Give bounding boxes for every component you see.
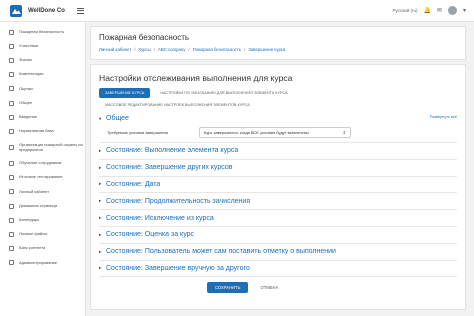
folder-icon [9,100,14,106]
sidebar-item-competencies[interactable]: Компетенции [0,70,85,80]
breadcrumb-current[interactable]: Завершение курса [248,47,285,52]
collapsed-sections: ▸ Состояние: Выполнение элемента курса ▸ С… [99,143,457,278]
chevron-right-icon: ▸ [99,248,102,254]
chevron-right-icon: ▸ [99,215,102,221]
completion-requirements-row: Требуемые условия завершения Курс заверш… [99,127,457,138]
tab-default-activity-completion[interactable]: НАСТРОЙКИ ПО УМОЛЧАНИЮ ДЛЯ ВЫПОЛНЕНИЯ ЭЛ… [154,88,293,98]
sidebar-item-course[interactable]: Пожарная безопасность [0,27,85,37]
users-icon [9,43,14,49]
sidebar-item-regulations[interactable]: Нормативная база [0,126,85,136]
tab-bar: ЗАВЕРШЕНИЕ КУРСА НАСТРОЙКИ ПО УМОЛЧАНИЮ … [99,88,329,110]
badge-icon [9,57,14,63]
completion-requirements-select[interactable]: Курс завершается, когда ВСЕ условия буду… [199,127,351,138]
calendar-icon [9,217,14,223]
cap-icon [9,29,14,35]
sidebar-item-general[interactable]: Общее [0,98,85,108]
file-icon [9,232,14,238]
section-title: Состояние: Дата [106,180,161,188]
breadcrumb-category[interactable]: ABC company [158,47,185,52]
mountain-icon [11,8,21,14]
chevron-right-icon: ▸ [99,147,102,153]
section-course-grade[interactable]: ▸ Состояние: Оценка за курс [99,227,457,244]
content-title: Настройки отслеживания выполнения для ку… [99,73,293,83]
sidebar-item-fire-service[interactable]: Организация пожарной охраны на предприят… [0,141,85,155]
sidebar-item-training[interactable]: Обучение сотрудников [0,159,85,169]
expand-all-link[interactable]: Развернуть всё [430,115,457,119]
hamburger-menu-icon[interactable] [76,7,84,14]
chevron-right-icon: ▸ [99,181,102,187]
tab-course-completion[interactable]: ЗАВЕРШЕНИЕ КУРСА [99,88,151,98]
section-title: Состояние: Завершение других курсов [106,164,233,172]
section-title: Состояние: Исключение из курса [106,214,214,222]
completion-requirements-label: Требуемые условия завершения [107,130,168,135]
select-arrows-icon: ⇕ [342,130,346,135]
section-general: ▾ Общее Требуемые условия завершения Кур… [99,115,457,143]
completion-settings-card: Настройки отслеживания выполнения для ку… [90,64,466,310]
cancel-button[interactable]: ОТМЕНА [254,282,284,293]
check-icon [9,72,14,78]
chat-icon[interactable]: ✉ [437,7,442,14]
section-title: Состояние: Оценка за курс [106,231,195,239]
sidebar: Пожарная безопасность Участники Значки К… [0,22,86,316]
section-other-courses[interactable]: ▸ Состояние: Завершение других курсов [99,160,457,177]
section-unenrolment[interactable]: ▸ Состояние: Исключение из курса [99,210,457,227]
sidebar-item-intro[interactable]: Введение [0,112,85,122]
section-enrolment-duration[interactable]: ▸ Состояние: Продолжительность зачисления [99,193,457,211]
form-actions: СОХРАНИТЬ ОТМЕНА [207,282,457,294]
main-region: Пожарная безопасность Личный кабинет / Ку… [90,26,474,316]
folder-icon [9,161,14,167]
avatar[interactable] [447,6,457,15]
section-title: Состояние: Пользователь может сам постав… [106,248,336,256]
section-date[interactable]: ▸ Состояние: Дата [99,177,457,194]
save-button[interactable]: СОХРАНИТЬ [207,282,249,294]
tab-bulk-edit-completion[interactable]: МАССОВОЕ РЕДАКТИРОВАНИЕ НАСТРОЕК ВЫПОЛНЕ… [99,100,256,110]
breadcrumb-course[interactable]: Пожарная безопасность [193,47,241,52]
folder-icon [9,114,14,120]
folder-icon [9,175,14,181]
breadcrumb: Личный кабинет / Курсы / ABC company / Пожа… [99,47,286,52]
sidebar-item-content-bank[interactable]: Банк контента [0,244,85,254]
section-title: Состояние: Выполнение элемента курса [106,147,239,155]
bell-icon[interactable]: 🔔 [423,7,430,14]
home-icon [9,203,14,209]
section-self-completion[interactable]: ▸ Состояние: Пользователь может сам поста… [99,244,457,261]
section-activity-completion[interactable]: ▸ Состояние: Выполнение элемента курса [99,143,457,160]
top-navbar: WellDone Co Русский (ru) 🔔 ✉ ▾ [0,0,474,22]
section-title: Состояние: Завершение вручную за другого [106,264,250,272]
sidebar-item-administration[interactable]: Администрирование [0,258,85,268]
sidebar-item-participants[interactable]: Участники [0,41,85,51]
brand-name[interactable]: WellDone Co [28,8,65,14]
page-header: Пожарная безопасность Личный кабинет / Ку… [90,26,466,60]
chevron-right-icon: ▸ [99,265,102,271]
grades-icon [9,86,14,92]
chevron-right-icon: ▸ [99,198,102,204]
completion-requirements-value: Курс завершается, когда ВСЕ условия буду… [204,130,309,135]
sidebar-item-badges[interactable]: Значки [0,55,85,65]
chevron-right-icon: ▸ [99,164,102,170]
gear-icon [9,260,14,266]
sidebar-item-dashboard[interactable]: Личный кабинет [0,187,85,197]
content-icon [9,246,14,252]
section-title: Состояние: Продолжительность зачисления [106,197,251,205]
breadcrumb-courses[interactable]: Курсы [139,47,151,52]
sidebar-item-home[interactable]: Домашняя страница [0,201,85,211]
sidebar-item-calendar[interactable]: Календарь [0,215,85,225]
sidebar-item-private-files[interactable]: Личные файлы [0,229,85,239]
chevron-down-icon[interactable]: ▾ [463,7,466,14]
section-general-header[interactable]: ▾ Общее [99,115,457,122]
breadcrumb-dashboard[interactable]: Личный кабинет [99,47,131,52]
section-general-title: Общее [106,115,129,122]
chevron-right-icon: ▸ [99,231,102,237]
chevron-down-icon: ▾ [99,115,102,121]
folder-icon [9,128,14,134]
folder-icon [9,145,14,150]
sidebar-item-final-test[interactable]: Итоговое тестирование [0,173,85,183]
dashboard-icon [9,189,14,195]
page-title: Пожарная безопасность [99,33,190,42]
section-manual-completion[interactable]: ▸ Состояние: Завершение вручную за другог… [99,261,457,278]
sidebar-item-grades[interactable]: Оценки [0,84,85,94]
language-selector[interactable]: Русский (ru) [393,8,418,13]
brand-logo[interactable] [10,4,22,17]
